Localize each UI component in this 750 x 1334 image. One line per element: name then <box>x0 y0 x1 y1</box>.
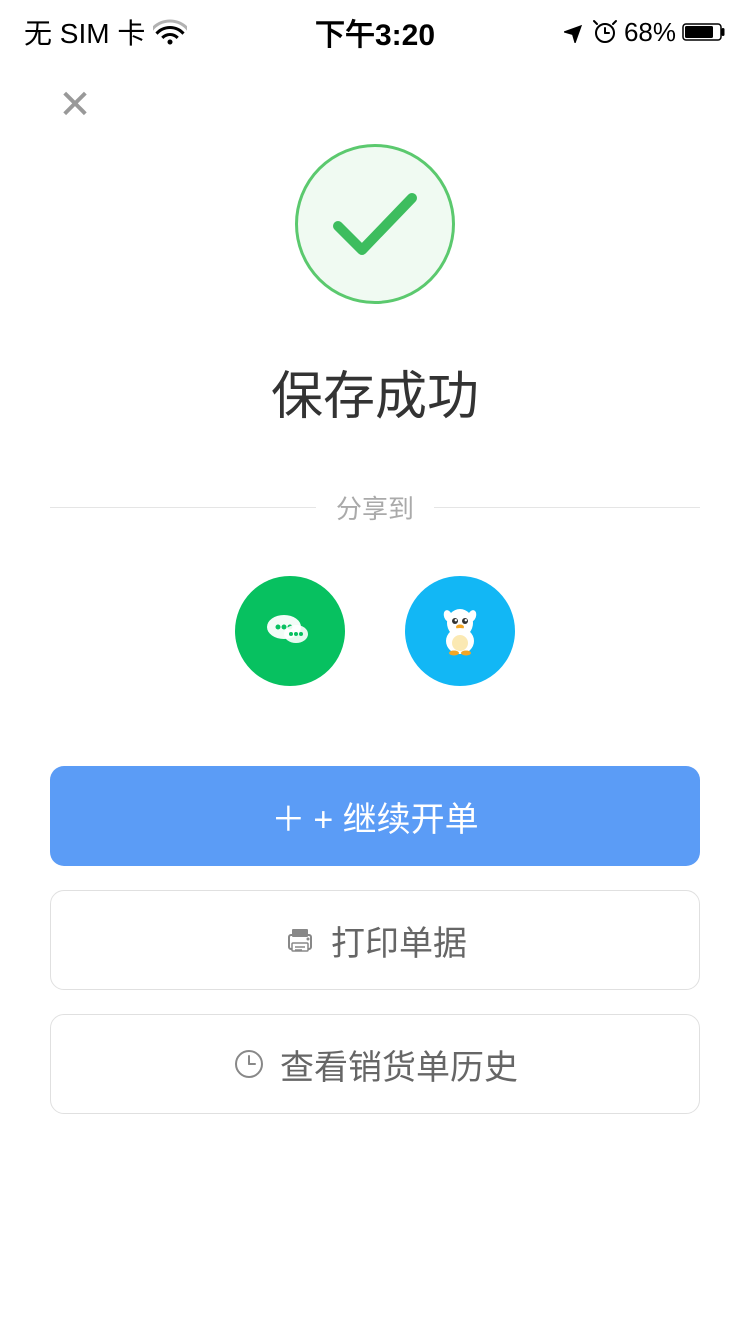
wifi-icon <box>153 19 187 45</box>
clock-icon <box>232 1047 266 1081</box>
divider-left <box>50 507 316 508</box>
share-icons-row <box>235 576 515 686</box>
battery-icon <box>682 21 726 43</box>
continue-button[interactable]: ＋ + 继续开单 <box>50 766 700 866</box>
main-content: 保存成功 分享到 <box>0 64 750 1114</box>
continue-label: + 继续开单 <box>313 792 478 841</box>
status-time: 下午3:20 <box>315 10 435 54</box>
status-bar: 无 SIM 卡 下午3:20 68% <box>0 0 750 64</box>
plus-icon: ＋ <box>271 792 305 841</box>
history-label: 查看销货单历史 <box>280 1040 518 1089</box>
share-label: 分享到 <box>336 489 414 526</box>
share-wechat-button[interactable] <box>235 576 345 686</box>
print-button[interactable]: 打印单据 <box>50 890 700 990</box>
battery-percent: 68% <box>624 17 676 48</box>
share-divider: 分享到 <box>50 489 700 526</box>
printer-icon <box>283 923 317 957</box>
success-icon-container <box>295 144 455 304</box>
checkmark-icon <box>330 190 420 258</box>
success-title: 保存成功 <box>271 354 479 429</box>
alarm-icon <box>592 19 618 45</box>
qq-icon <box>430 601 490 661</box>
no-sim-label: 无 SIM 卡 <box>24 12 145 52</box>
print-label: 打印单据 <box>331 916 467 965</box>
action-buttons: ＋ + 继续开单 打印单据 <box>50 766 700 1114</box>
close-button[interactable]: ✕ <box>50 80 100 130</box>
divider-right <box>434 507 700 508</box>
status-right: 68% <box>564 17 726 48</box>
location-icon <box>564 21 586 43</box>
status-left: 无 SIM 卡 <box>24 12 187 52</box>
wechat-icon <box>258 599 322 663</box>
close-icon: ✕ <box>58 85 92 125</box>
share-qq-button[interactable] <box>405 576 515 686</box>
history-button[interactable]: 查看销货单历史 <box>50 1014 700 1114</box>
